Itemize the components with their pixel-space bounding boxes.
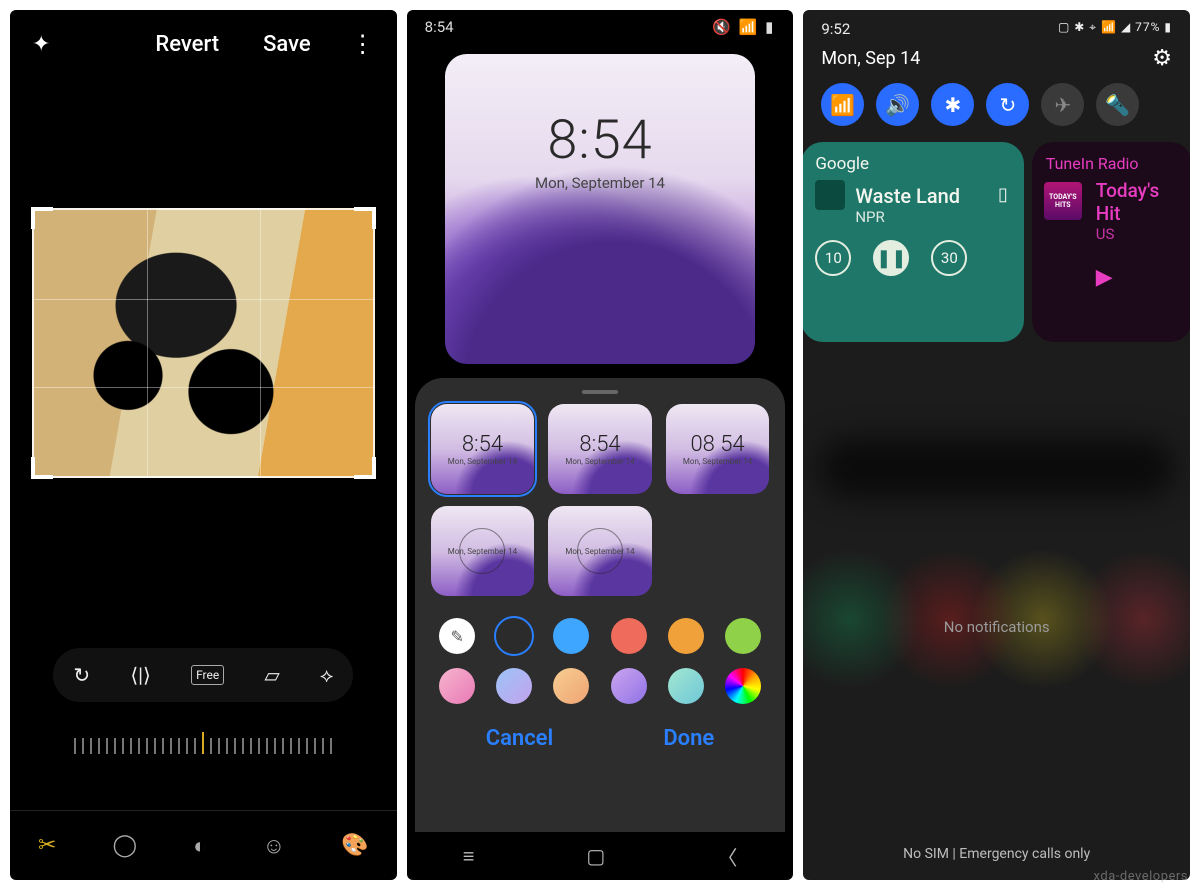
qs-rotate-icon[interactable]: ↻	[986, 83, 1029, 126]
media-title: Waste Land	[855, 184, 960, 208]
tab-sticker-icon[interactable]: ☺	[263, 833, 285, 859]
tab-adjust-icon[interactable]: ◐	[193, 833, 206, 859]
color-swatch-10[interactable]	[668, 668, 704, 704]
clock-date: Mon, September 14	[535, 174, 665, 192]
crop-handle-br[interactable]	[354, 457, 376, 479]
status-bar: 9:52 ▢ ✱ ⌖ 📶 ◢ 77% ▮	[803, 10, 1190, 40]
color-swatch-0[interactable]: ✎	[439, 618, 475, 654]
color-swatch-3[interactable]	[611, 618, 647, 654]
tab-crop-icon[interactable]: ✂	[38, 833, 56, 858]
color-swatch-6[interactable]	[439, 668, 475, 704]
crop-handle-tr[interactable]	[354, 207, 376, 229]
sheet-actions: Cancel Done	[431, 712, 770, 771]
auto-enhance-icon[interactable]: ✦	[32, 32, 50, 57]
settings-icon[interactable]: ⚙	[1152, 46, 1172, 71]
clock-style-panel: 8:54 🔇 📶 ▮ 8:54 Mon, September 14 8:54Mo…	[407, 10, 794, 880]
media-card-google[interactable]: Google Waste Land NPR ▯ 10 ❚❚ 30	[803, 142, 1023, 342]
ratio-button[interactable]: Free	[191, 665, 224, 685]
revert-button[interactable]: Revert	[155, 32, 219, 57]
crop-handle-bl[interactable]	[31, 457, 53, 479]
sheet-handle[interactable]	[582, 390, 618, 394]
notification-shade-panel: 9:52 ▢ ✱ ⌖ 📶 ◢ 77% ▮ Mon, Sep 14 ⚙ 📶 🔊 ✱ ↻ ✈…	[803, 10, 1190, 880]
cancel-button[interactable]: Cancel	[486, 726, 554, 751]
qs-bluetooth-icon[interactable]: ✱	[931, 83, 974, 126]
clock-time: 8:54	[547, 109, 652, 172]
qs-sound-icon[interactable]: 🔊	[876, 83, 919, 126]
photo-editor-panel: ✦ Revert Save ⋮ ↻ ⟨|⟩ Free ▱ ⟡ ✂ ◯ ◐ ☺ 🎨	[10, 10, 397, 880]
color-swatch-5[interactable]	[725, 618, 761, 654]
nav-back-icon[interactable]: 〈	[717, 842, 737, 871]
qs-wifi-icon[interactable]: 📶	[821, 83, 864, 126]
rotation-ruler[interactable]	[50, 724, 357, 754]
save-button[interactable]: Save	[263, 32, 311, 57]
watermark: xda-developers	[1094, 869, 1188, 884]
clock-style-thumb-4[interactable]: Mon, September 14	[548, 506, 652, 596]
quick-settings-row: 📶 🔊 ✱ ↻ ✈ 🔦	[803, 81, 1190, 136]
crop-handle-tl[interactable]	[31, 207, 53, 229]
lasso-icon[interactable]: ⟡	[320, 663, 333, 687]
clock-style-thumb-0[interactable]: 8:54Mon, September 14	[431, 404, 535, 494]
media-art	[815, 180, 845, 210]
flip-icon[interactable]: ⟨|⟩	[130, 663, 151, 687]
rewind-button[interactable]: 10	[815, 240, 851, 276]
clock-color-grid: ✎	[431, 618, 770, 704]
play-button[interactable]: ▶	[1096, 265, 1178, 290]
done-button[interactable]: Done	[663, 726, 714, 751]
lockscreen-preview: 8:54 Mon, September 14	[445, 54, 756, 364]
qs-airplane-icon[interactable]: ✈	[1041, 83, 1084, 126]
status-icons: 🔇 📶 ▮	[712, 18, 775, 36]
rotate-icon[interactable]: ↻	[73, 663, 90, 687]
color-swatch-9[interactable]	[611, 668, 647, 704]
media-card-tunein[interactable]: TuneIn Radio TODAY'S HITS Today's Hit US…	[1032, 142, 1190, 342]
nav-bar: ≡ ▢ 〈	[407, 832, 794, 880]
qs-flashlight-icon[interactable]: 🔦	[1096, 83, 1139, 126]
status-time: 8:54	[425, 18, 454, 36]
tab-filter-icon[interactable]: ◯	[113, 833, 138, 858]
media-art: TODAY'S HITS	[1044, 182, 1082, 220]
nav-home-icon[interactable]: ▢	[586, 844, 605, 868]
clock-style-thumb-2[interactable]: 08 54Mon, September 14	[666, 404, 770, 494]
no-notifications-label: No notifications	[803, 618, 1190, 636]
output-device-icon[interactable]: ▯	[998, 184, 1008, 205]
media-subtitle: NPR	[855, 208, 960, 226]
color-swatch-2[interactable]	[553, 618, 589, 654]
more-icon[interactable]: ⋮	[351, 30, 375, 58]
status-bar: 8:54 🔇 📶 ▮	[407, 10, 794, 36]
media-title: Today's Hit	[1096, 179, 1178, 225]
clock-style-grid: 8:54Mon, September 148:54Mon, September …	[431, 404, 770, 596]
editor-topbar: ✦ Revert Save ⋮	[10, 10, 397, 68]
color-swatch-4[interactable]	[668, 618, 704, 654]
media-app-name: TuneIn Radio	[1046, 154, 1178, 173]
color-swatch-7[interactable]	[496, 668, 532, 704]
perspective-icon[interactable]: ▱	[264, 663, 279, 687]
media-row: Google Waste Land NPR ▯ 10 ❚❚ 30 TuneIn …	[803, 136, 1190, 348]
editor-bottom-tabs: ✂ ◯ ◐ ☺ 🎨	[10, 810, 397, 880]
shade-header: Mon, Sep 14 ⚙	[803, 40, 1190, 81]
blurred-notification	[819, 438, 1174, 498]
color-swatch-8[interactable]	[553, 668, 589, 704]
tab-draw-icon[interactable]: 🎨	[341, 833, 368, 858]
crop-canvas[interactable]	[32, 208, 375, 478]
status-icons: ▢ ✱ ⌖ 📶 ◢ 77% ▮	[1058, 20, 1172, 38]
clock-style-thumb-3[interactable]: Mon, September 14	[431, 506, 535, 596]
pause-button[interactable]: ❚❚	[873, 240, 909, 276]
color-swatch-1[interactable]	[496, 618, 532, 654]
crop-frame[interactable]	[32, 208, 375, 478]
clock-style-thumb-1[interactable]: 8:54Mon, September 14	[548, 404, 652, 494]
forward-button[interactable]: 30	[931, 240, 967, 276]
crop-tooltray: ↻ ⟨|⟩ Free ▱ ⟡	[53, 648, 353, 702]
status-time: 9:52	[821, 20, 850, 38]
style-sheet: 8:54Mon, September 148:54Mon, September …	[415, 378, 786, 832]
media-subtitle: US	[1096, 225, 1178, 243]
nav-recents-icon[interactable]: ≡	[463, 844, 475, 869]
media-app-name: Google	[815, 154, 1009, 174]
color-swatch-11[interactable]	[725, 668, 761, 704]
shade-date: Mon, Sep 14	[821, 48, 920, 69]
